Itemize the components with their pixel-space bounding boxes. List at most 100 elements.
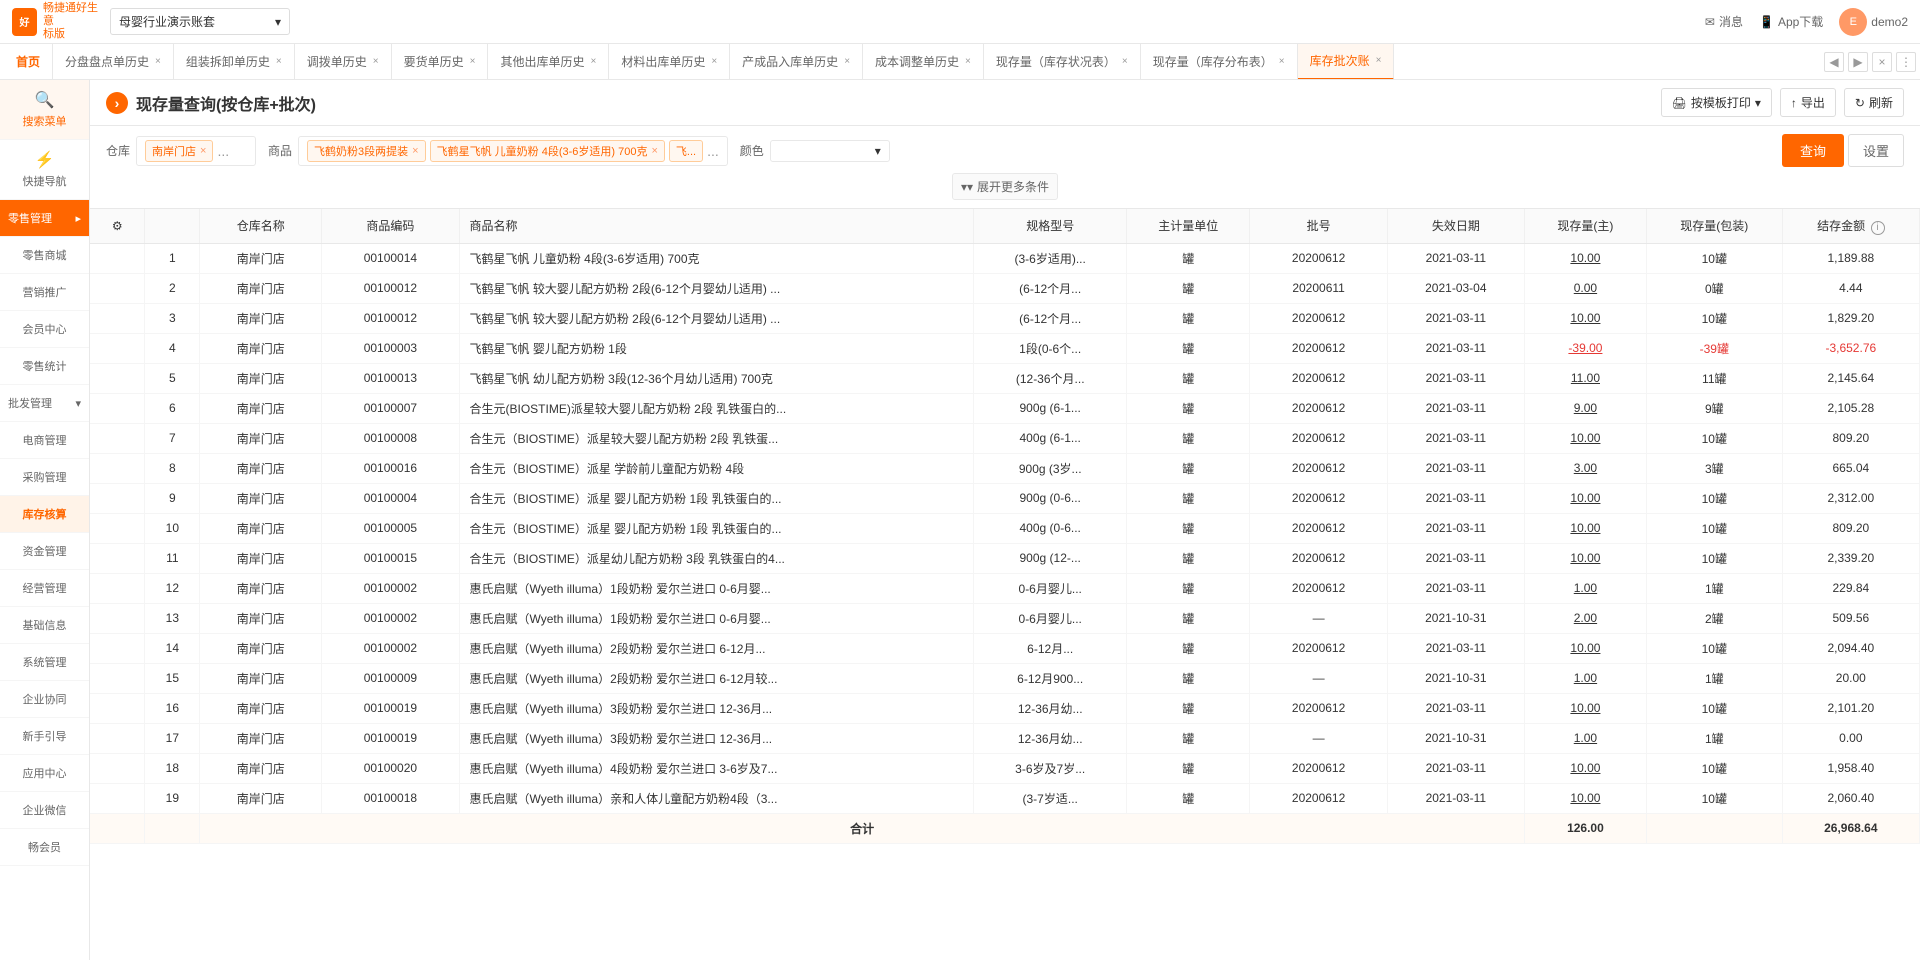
close-icon[interactable]: × [1376, 55, 1382, 66]
tab-zuzhang[interactable]: 组装拆卸单历史 × [174, 44, 295, 80]
cell-qty-main[interactable]: 10.00 [1524, 483, 1646, 513]
tab-material-out[interactable]: 材料出库单历史 × [609, 44, 730, 80]
cell-qty-main[interactable]: 10.00 [1524, 693, 1646, 723]
sidebar-item-marketing[interactable]: 营销推广 [0, 274, 89, 311]
sidebar-item-search[interactable]: 🔍 搜索菜单 [0, 80, 89, 140]
cell-qty-main[interactable]: 2.00 [1524, 603, 1646, 633]
warehouse-tag-close[interactable]: × [200, 145, 206, 157]
cell-qty-main[interactable]: 9.00 [1524, 393, 1646, 423]
sidebar-item-wholesale[interactable]: 批发管理 ▾ [0, 385, 89, 422]
cell-qty-main[interactable]: 1.00 [1524, 573, 1646, 603]
cell-balance: 665.04 [1782, 453, 1919, 483]
cell-qty-main[interactable]: 10.00 [1524, 423, 1646, 453]
expand-more-btn[interactable]: ▾▾ 展开更多条件 [952, 173, 1058, 200]
close-icon[interactable]: × [965, 56, 971, 67]
user-avatar-area[interactable]: E demo2 [1839, 8, 1908, 36]
product-tag-1-close[interactable]: × [412, 145, 418, 157]
warehouse-input[interactable]: 南岸门店 × ... [136, 136, 256, 166]
app-download-btn[interactable]: 📱 App下载 [1759, 13, 1823, 30]
close-icon[interactable]: × [373, 56, 379, 67]
tab-fenpan[interactable]: 分盘盘点单历史 × [53, 44, 174, 80]
cell-code: 00100016 [322, 453, 459, 483]
th-qty-main: 现存量(主) [1524, 209, 1646, 243]
cell-qty-main[interactable]: 0.00 [1524, 273, 1646, 303]
template-print-btn[interactable]: 🖨 按模板打印 ▾ [1661, 88, 1772, 117]
sidebar-item-apps[interactable]: 应用中心 [0, 755, 89, 792]
tab-more-btn[interactable]: ⋮ [1896, 52, 1916, 72]
cell-warehouse: 南岸门店 [200, 243, 322, 273]
cell-batch: — [1250, 723, 1387, 753]
sidebar-item-vip[interactable]: 畅会员 [0, 829, 89, 866]
close-icon[interactable]: × [470, 56, 476, 67]
tab-batch-stock[interactable]: 库存批次账 × [1298, 44, 1395, 80]
sidebar-item-purchase[interactable]: 采购管理 [0, 459, 89, 496]
close-icon[interactable]: × [155, 56, 161, 67]
tab-stock-status[interactable]: 现存量（库存状况表） × [984, 44, 1141, 80]
cell-qty-main[interactable]: -39.00 [1524, 333, 1646, 363]
table-row: 13 南岸门店 00100002 惠氏启赋（Wyeth illuma）1段奶粉 … [90, 603, 1920, 633]
cell-qty-main[interactable]: 10.00 [1524, 783, 1646, 813]
sidebar-item-quicknav[interactable]: ⚡ 快捷导航 [0, 140, 89, 200]
sidebar-item-inventory[interactable]: 库存核算 [0, 496, 89, 533]
sidebar-item-basic[interactable]: 基础信息 [0, 607, 89, 644]
tab-close-btn[interactable]: × [1872, 52, 1892, 72]
tab-next-btn[interactable]: ▶ [1848, 52, 1868, 72]
sidebar-item-corp[interactable]: 企业协同 [0, 681, 89, 718]
export-btn[interactable]: ↑ 导出 [1780, 88, 1836, 117]
settings-btn[interactable]: 设置 [1848, 134, 1904, 167]
sidebar-item-ecommerce[interactable]: 电商管理 [0, 422, 89, 459]
sidebar-item-wechat[interactable]: 企业微信 [0, 792, 89, 829]
cell-qty-main[interactable]: 1.00 [1524, 663, 1646, 693]
close-icon[interactable]: × [276, 56, 282, 67]
close-icon[interactable]: × [590, 56, 596, 67]
cell-qty-main[interactable]: 10.00 [1524, 303, 1646, 333]
warehouse-more[interactable]: ... [217, 143, 229, 159]
close-icon[interactable]: × [711, 56, 717, 67]
sidebar-expand-btn[interactable]: › [106, 92, 128, 114]
cell-qty-main[interactable]: 1.00 [1524, 723, 1646, 753]
product-more[interactable]: ... [707, 143, 719, 159]
cell-unit: 罐 [1126, 333, 1250, 363]
cell-qty-main[interactable]: 10.00 [1524, 543, 1646, 573]
cell-gear [90, 603, 145, 633]
sidebar-item-member[interactable]: 会员中心 [0, 311, 89, 348]
tab-yaohuo[interactable]: 要货单历史 × [392, 44, 489, 80]
refresh-icon: ↻ [1855, 96, 1865, 110]
query-btn[interactable]: 查询 [1782, 134, 1844, 167]
filter-color: 颜色 ▾ [740, 140, 890, 162]
cell-qty-main[interactable]: 10.00 [1524, 513, 1646, 543]
cell-warehouse: 南岸门店 [200, 513, 322, 543]
cell-qty-main[interactable]: 3.00 [1524, 453, 1646, 483]
sidebar-item-operations[interactable]: 经营管理 [0, 570, 89, 607]
cell-qty-main[interactable]: 10.00 [1524, 243, 1646, 273]
tab-home[interactable]: 首页 [4, 44, 53, 80]
product-input[interactable]: 飞鹤奶粉3段两提装 × 飞鹤星飞帆 儿童奶粉 4段(3-6岁适用) 700克 ×… [298, 136, 728, 166]
tab-cost-adjust[interactable]: 成本调整单历史 × [863, 44, 984, 80]
sidebar-item-finance[interactable]: 资金管理 [0, 533, 89, 570]
balance-info-icon[interactable]: i [1871, 221, 1885, 235]
th-gear[interactable]: ⚙ [90, 209, 145, 243]
sidebar-item-system[interactable]: 系统管理 [0, 644, 89, 681]
cell-qty-main[interactable]: 11.00 [1524, 363, 1646, 393]
tab-stock-dist[interactable]: 现存量（库存分布表） × [1141, 44, 1298, 80]
color-input[interactable]: ▾ [770, 140, 890, 162]
sidebar-item-guide[interactable]: 新手引导 [0, 718, 89, 755]
product-tag-2-close[interactable]: × [651, 145, 657, 157]
tab-other-out[interactable]: 其他出库单历史 × [488, 44, 609, 80]
cell-num: 6 [145, 393, 200, 423]
sidebar-item-retail[interactable]: 零售管理 ▸ [0, 200, 89, 237]
refresh-btn[interactable]: ↻ 刷新 [1844, 88, 1904, 117]
gear-icon[interactable]: ⚙ [112, 219, 123, 233]
cell-qty-main[interactable]: 10.00 [1524, 753, 1646, 783]
sidebar-item-mall[interactable]: 零售商城 [0, 237, 89, 274]
tab-diaob[interactable]: 调拨单历史 × [295, 44, 392, 80]
message-btn[interactable]: ✉ 消息 [1705, 13, 1743, 30]
cell-qty-main[interactable]: 10.00 [1524, 633, 1646, 663]
tab-product-in[interactable]: 产成品入库单历史 × [730, 44, 863, 80]
tab-prev-btn[interactable]: ◀ [1824, 52, 1844, 72]
sidebar-item-retail-stats[interactable]: 零售统计 [0, 348, 89, 385]
close-icon[interactable]: × [844, 56, 850, 67]
close-icon[interactable]: × [1122, 56, 1128, 67]
breadcrumb-selector[interactable]: 母婴行业演示账套 ▾ [110, 8, 290, 35]
close-icon[interactable]: × [1279, 56, 1285, 67]
